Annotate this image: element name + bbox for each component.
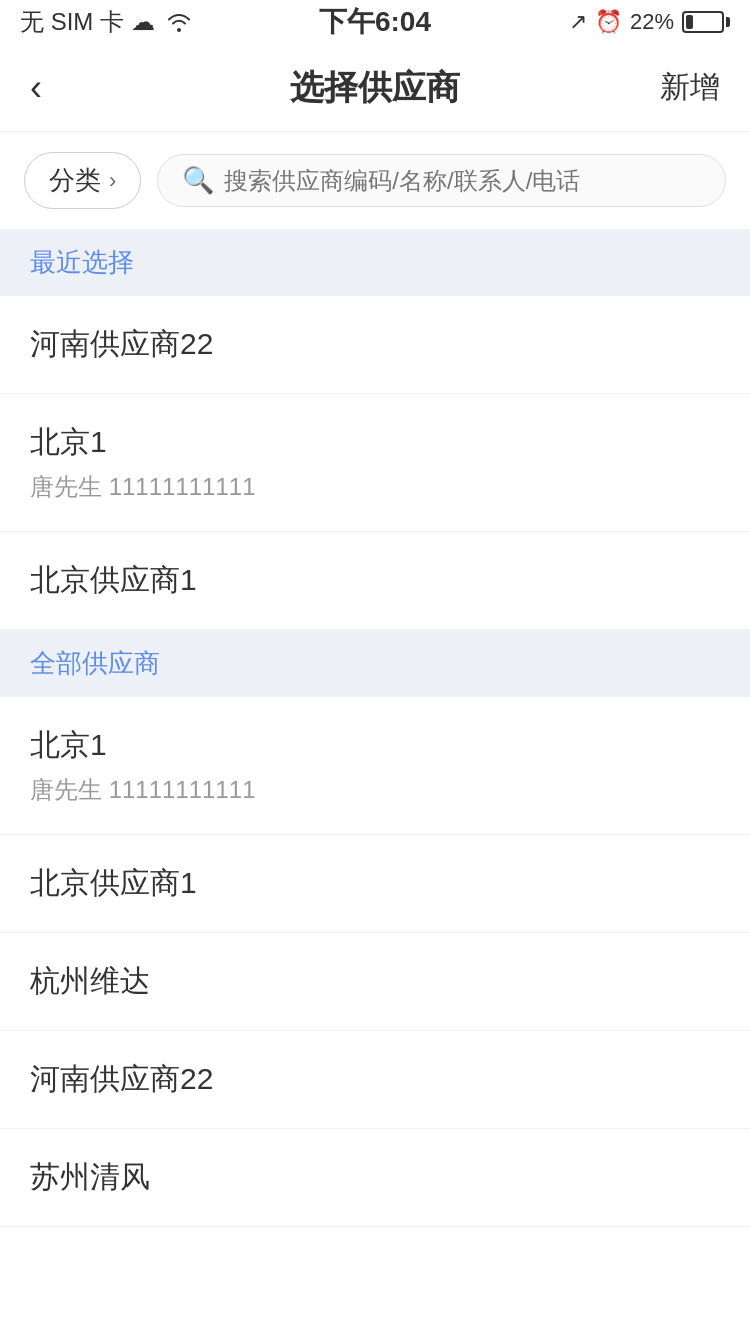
search-box[interactable]: 🔍	[157, 154, 726, 207]
status-bar-right: ↗ ⏰ 22%	[569, 9, 730, 35]
battery-percent: 22%	[630, 9, 674, 35]
category-label: 分类	[49, 163, 101, 198]
section-header-all: 全部供应商	[0, 630, 750, 697]
nav-bar: ‹ 选择供应商 新增	[0, 44, 750, 132]
item-name: 杭州维达	[30, 961, 720, 1002]
add-button[interactable]: 新增	[660, 67, 720, 108]
no-sim-label: 无 SIM 卡 ☁	[20, 6, 155, 38]
status-bar-left: 无 SIM 卡 ☁	[20, 6, 193, 38]
list-item[interactable]: 苏州清风	[0, 1129, 750, 1227]
item-sub: 唐先生 11111111111	[30, 471, 720, 503]
search-input[interactable]	[224, 167, 701, 195]
item-name: 苏州清风	[30, 1157, 720, 1198]
list-item[interactable]: 北京1 唐先生 11111111111	[0, 394, 750, 532]
search-icon: 🔍	[182, 165, 214, 196]
item-name: 河南供应商22	[30, 324, 720, 365]
list-item[interactable]: 河南供应商22	[0, 1031, 750, 1129]
status-bar: 无 SIM 卡 ☁ 下午6:04 ↗ ⏰ 22%	[0, 0, 750, 44]
category-button[interactable]: 分类 ›	[24, 152, 141, 209]
item-name: 北京1	[30, 725, 720, 766]
wifi-icon	[165, 12, 193, 32]
item-name: 河南供应商22	[30, 1059, 720, 1100]
list-item[interactable]: 北京1 唐先生 11111111111	[0, 697, 750, 835]
list-item[interactable]: 杭州维达	[0, 933, 750, 1031]
list-item[interactable]: 河南供应商22	[0, 296, 750, 394]
alarm-icon: ⏰	[595, 9, 622, 35]
item-name: 北京供应商1	[30, 560, 720, 601]
status-bar-time: 下午6:04	[319, 3, 431, 41]
page-title: 选择供应商	[290, 65, 460, 111]
section-header-recent: 最近选择	[0, 229, 750, 296]
item-name: 北京供应商1	[30, 863, 720, 904]
sections-container: 最近选择河南供应商22 北京1 唐先生 11111111111 北京供应商1 全部供应商…	[0, 229, 750, 1227]
battery-indicator	[682, 11, 730, 33]
location-icon: ↗	[569, 9, 587, 35]
list-item[interactable]: 北京供应商1	[0, 835, 750, 933]
back-button[interactable]: ‹	[30, 67, 90, 109]
item-sub: 唐先生 11111111111	[30, 774, 720, 806]
list-item[interactable]: 北京供应商1	[0, 532, 750, 630]
item-name: 北京1	[30, 422, 720, 463]
filter-bar: 分类 › 🔍	[0, 132, 750, 229]
chevron-right-icon: ›	[109, 168, 116, 194]
